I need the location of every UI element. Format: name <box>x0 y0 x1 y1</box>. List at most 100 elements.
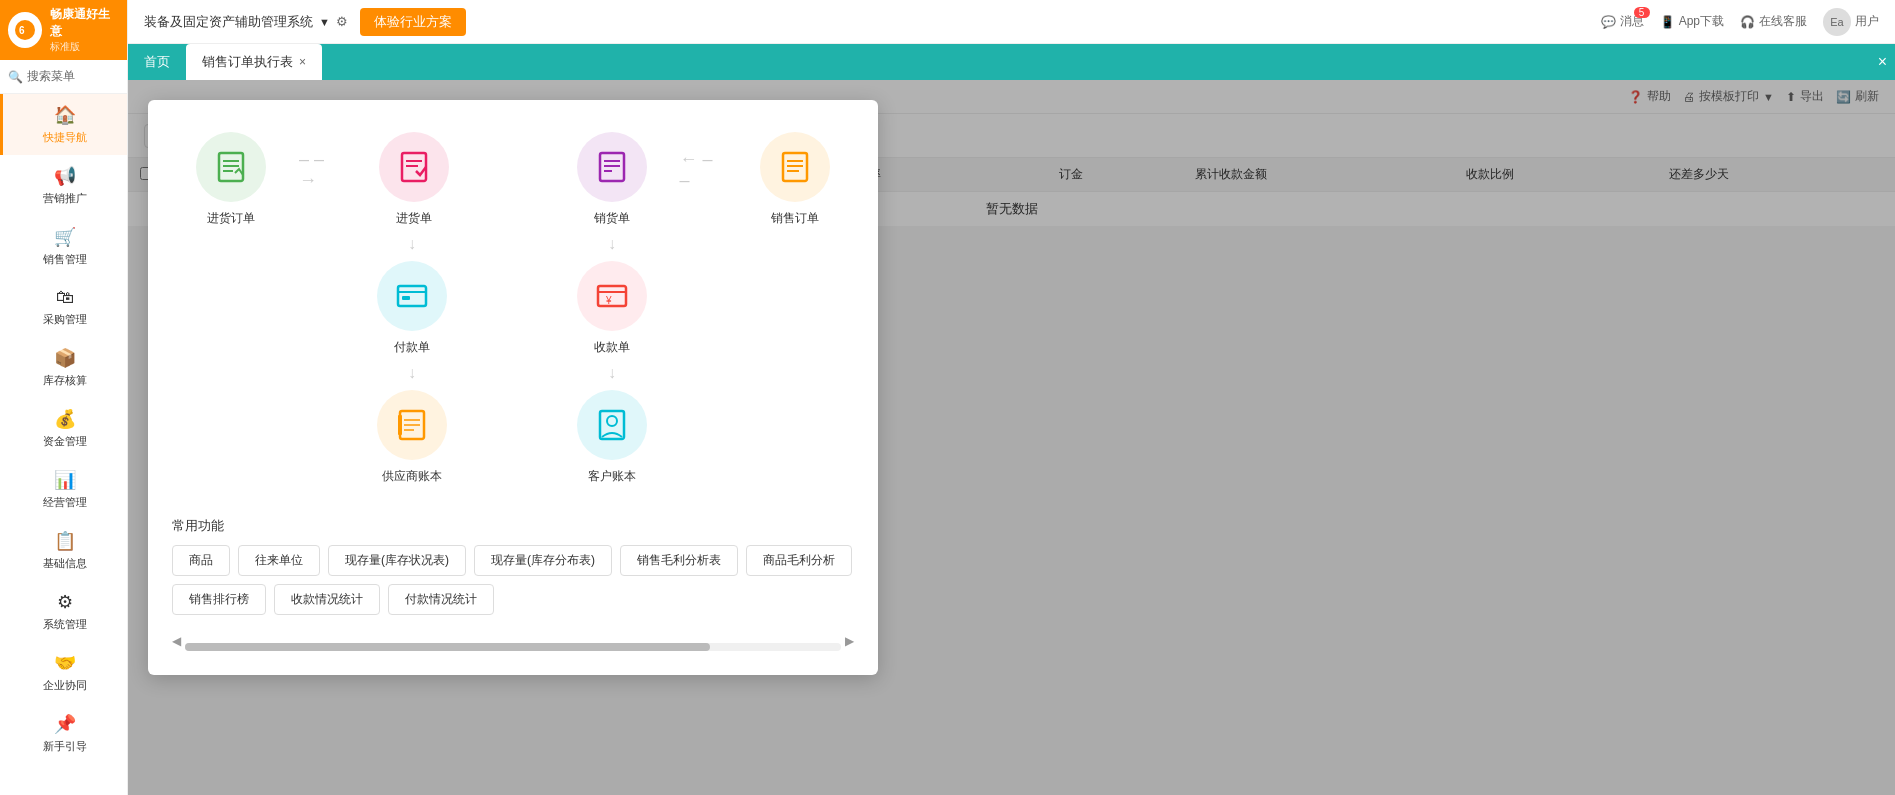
sidebar-item-newbie[interactable]: 📌 新手引导 <box>0 703 127 764</box>
sidebar-item-inventory[interactable]: 📦 库存核算 <box>0 337 127 398</box>
app-download-action[interactable]: 📱 App下载 <box>1660 13 1724 30</box>
customer-ledger-label: 客户账本 <box>588 468 636 485</box>
tabbar: 首页 销售订单执行表 × × <box>128 44 1895 80</box>
scrollbar-thumb <box>185 643 710 651</box>
func-btn-partner[interactable]: 往来单位 <box>238 545 320 576</box>
topbar: 装备及固定资产辅助管理系统 ▼ ⚙ 体验行业方案 💬 5 消息 📱 App下载 … <box>128 0 1895 44</box>
collab-icon: 🤝 <box>54 652 76 674</box>
avatar-abbr: Ea <box>1830 16 1843 28</box>
flow-node-receipt: ¥ 收款单 <box>552 261 672 356</box>
sidebar-item-label: 快捷导航 <box>43 130 87 145</box>
down-arrow-payment: ↓ <box>352 364 472 382</box>
app-download-label: App下载 <box>1679 13 1724 30</box>
search-label: 搜索菜单 <box>27 68 75 85</box>
flow-row-2: 付款单 ¥ 收款单 <box>172 253 854 364</box>
scroll-left-icon[interactable]: ◀ <box>172 634 181 648</box>
sidebar-item-label: 基础信息 <box>43 556 87 571</box>
receipt-circle[interactable]: ¥ <box>577 261 647 331</box>
modal-overlay: 进货订单 – – → 进货单 <box>128 80 1895 795</box>
common-functions-title: 常用功能 <box>172 517 854 535</box>
svg-point-29 <box>607 416 617 426</box>
message-icon: 💬 <box>1601 15 1616 29</box>
scroll-right-icon[interactable]: ▶ <box>845 634 854 648</box>
system-icon: ⚙ <box>57 591 73 613</box>
settings-icon[interactable]: ⚙ <box>336 14 348 29</box>
basic-info-icon: 📋 <box>54 530 76 552</box>
flow-row-1: 进货订单 – – → 进货单 <box>172 124 854 235</box>
experience-btn[interactable]: 体验行业方案 <box>360 8 466 36</box>
flow-node-sales-order: 销售订单 <box>735 132 854 227</box>
modal-scroll-row: ◀ ▶ <box>172 631 854 651</box>
sidebar-item-label: 采购管理 <box>43 312 87 327</box>
online-service-action[interactable]: 🎧 在线客服 <box>1740 13 1807 30</box>
avatar: Ea <box>1823 8 1851 36</box>
sales-circle[interactable] <box>577 132 647 202</box>
func-btn-product-profit[interactable]: 商品毛利分析 <box>746 545 852 576</box>
tab-close-icon[interactable]: × <box>299 55 306 69</box>
sidebar-item-sales[interactable]: 🛒 销售管理 <box>0 216 127 277</box>
sidebar-item-finance[interactable]: 💰 资金管理 <box>0 398 127 459</box>
tabbar-close-icon[interactable]: × <box>1878 53 1887 71</box>
sales-order-circle[interactable] <box>760 132 830 202</box>
message-action[interactable]: 💬 5 消息 <box>1601 13 1644 30</box>
finance-icon: 💰 <box>54 408 76 430</box>
online-service-label: 在线客服 <box>1759 13 1807 30</box>
purchase-icon: 🛍 <box>56 287 74 308</box>
func-btn-sales-rank[interactable]: 销售排行榜 <box>172 584 266 615</box>
supplier-ledger-label: 供应商账本 <box>382 468 442 485</box>
svg-rect-20 <box>598 286 626 306</box>
sidebar-item-basic-info[interactable]: 📋 基础信息 <box>0 520 127 581</box>
tab-home[interactable]: 首页 <box>128 44 186 80</box>
supplier-ledger-circle[interactable] <box>377 390 447 460</box>
sidebar-item-collab[interactable]: 🤝 企业协同 <box>0 642 127 703</box>
sidebar-item-label: 营销推广 <box>43 191 87 206</box>
flow-row-3: 供应商账本 客户账本 <box>172 382 854 493</box>
topbar-system: 装备及固定资产辅助管理系统 ▼ ⚙ <box>144 13 348 31</box>
sidebar-item-label: 资金管理 <box>43 434 87 449</box>
receipt-label: 收款单 <box>594 339 630 356</box>
sidebar-item-purchase[interactable]: 🛍 采购管理 <box>0 277 127 337</box>
flow-node-purchase: 进货单 <box>354 132 473 227</box>
customer-ledger-circle[interactable] <box>577 390 647 460</box>
func-btn-stock-status[interactable]: 现存量(库存状况表) <box>328 545 466 576</box>
payment-circle[interactable] <box>377 261 447 331</box>
sidebar-item-marketing[interactable]: 📢 营销推广 <box>0 155 127 216</box>
down-arrow-sales: ↓ <box>552 235 672 253</box>
sidebar-item-system[interactable]: ⚙ 系统管理 <box>0 581 127 642</box>
headset-icon: 🎧 <box>1740 15 1755 29</box>
phone-icon: 📱 <box>1660 15 1675 29</box>
svg-rect-17 <box>398 286 426 306</box>
sidebar-nav: 🏠 快捷导航 📢 营销推广 🛒 销售管理 🛍 采购管理 📦 库存核算 💰 <box>0 94 127 795</box>
page-content: ❓ 帮助 🖨 按模板打印 ▼ ⬆ 导出 🔄 刷新 <box>128 80 1895 795</box>
func-buttons-row1: 商品 往来单位 现存量(库存状况表) 现存量(库存分布表) 销售毛利分析表 商品… <box>172 545 854 576</box>
func-btn-sales-profit[interactable]: 销售毛利分析表 <box>620 545 738 576</box>
logo-icon: 6 <box>8 12 42 48</box>
func-btn-product[interactable]: 商品 <box>172 545 230 576</box>
chevron-down-icon[interactable]: ▼ <box>319 16 330 28</box>
management-icon: 📊 <box>54 469 76 491</box>
flow-node-customer-ledger: 客户账本 <box>552 390 672 485</box>
func-btn-receipt-stats[interactable]: 收款情况统计 <box>274 584 380 615</box>
topbar-actions: 💬 5 消息 📱 App下载 🎧 在线客服 Ea 用户 <box>1601 8 1879 36</box>
purchase-circle[interactable] <box>379 132 449 202</box>
func-btn-payment-stats[interactable]: 付款情况统计 <box>388 584 494 615</box>
sidebar-item-quick-nav[interactable]: 🏠 快捷导航 <box>0 94 127 155</box>
func-btn-stock-dist[interactable]: 现存量(库存分布表) <box>474 545 612 576</box>
arrow-left-1: ← – – <box>672 149 736 191</box>
modal-scrollbar[interactable] <box>185 643 841 651</box>
func-buttons-row2: 销售排行榜 收款情况统计 付款情况统计 <box>172 584 854 615</box>
tab-sales-order[interactable]: 销售订单执行表 × <box>186 44 322 80</box>
flow-node-sales: 销货单 <box>553 132 672 227</box>
search-icon: 🔍 <box>8 70 23 84</box>
purchase-order-circle[interactable] <box>196 132 266 202</box>
tab-sales-order-label: 销售订单执行表 <box>202 53 293 71</box>
user-action[interactable]: Ea 用户 <box>1823 8 1879 36</box>
down-arrows-row2: ↓ ↓ <box>172 364 854 382</box>
svg-rect-24 <box>398 415 402 435</box>
flow-node-purchase-order: 进货订单 <box>172 132 291 227</box>
user-label: 用户 <box>1855 13 1879 30</box>
sidebar-item-label: 经营管理 <box>43 495 87 510</box>
sidebar-search[interactable]: 🔍 搜索菜单 <box>0 60 127 94</box>
sidebar-item-management[interactable]: 📊 经营管理 <box>0 459 127 520</box>
sales-order-label: 销售订单 <box>771 210 819 227</box>
